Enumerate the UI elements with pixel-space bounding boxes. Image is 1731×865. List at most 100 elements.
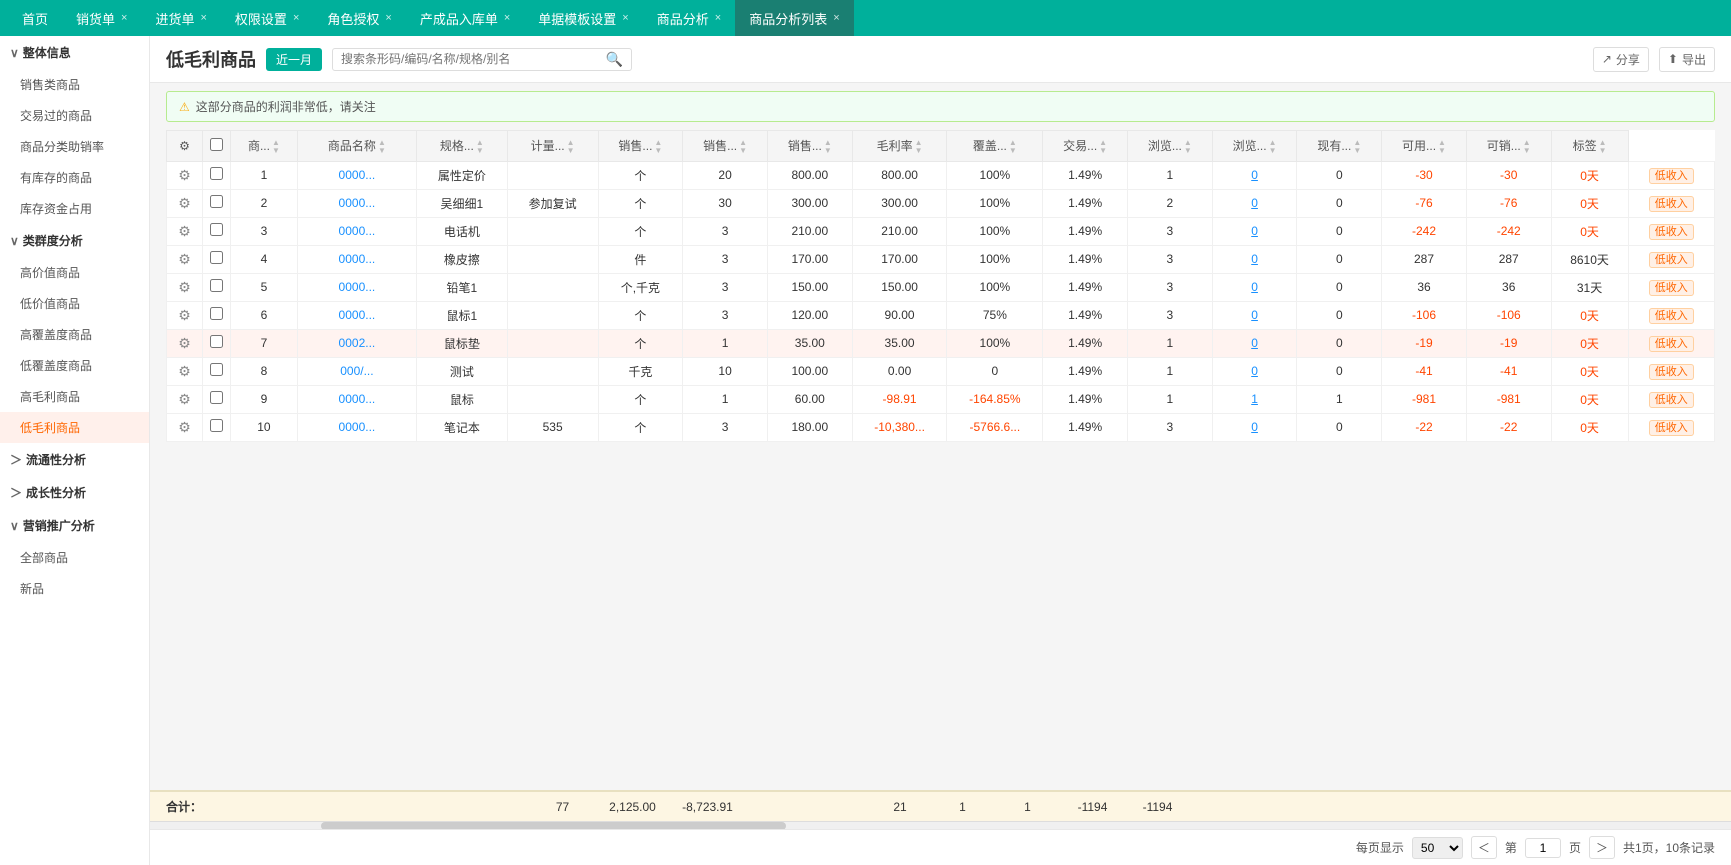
row-browse1[interactable]: 0 — [1212, 161, 1297, 189]
row-checkbox[interactable] — [203, 301, 231, 329]
row-checkbox[interactable] — [203, 273, 231, 301]
row-checkbox[interactable] — [203, 329, 231, 357]
sidebar-group-growth[interactable]: ＞ 成长性分析 — [0, 476, 149, 509]
sidebar-group-overall[interactable]: ∨ 整体信息 — [0, 36, 149, 69]
col-checkbox[interactable] — [203, 131, 231, 162]
row-code-val[interactable]: 0000... — [297, 189, 416, 217]
close-icon[interactable]: × — [200, 12, 206, 24]
search-input[interactable] — [341, 52, 606, 66]
nav-role-auth[interactable]: 角色授权 × — [313, 0, 405, 36]
col-trade[interactable]: 交易...▲▼ — [1043, 131, 1128, 162]
sidebar-item-category-rate[interactable]: 商品分类助销率 — [0, 131, 149, 162]
nav-product-entry[interactable]: 产成品入库单 × — [406, 0, 524, 36]
close-icon[interactable]: × — [833, 12, 839, 24]
page-size-select[interactable]: 50 100 200 — [1412, 837, 1463, 859]
nav-sales-order[interactable]: 销货单 × — [62, 0, 141, 36]
row-code-val[interactable]: 0000... — [297, 413, 416, 441]
row-checkbox[interactable] — [203, 189, 231, 217]
row-browse1[interactable]: 0 — [1212, 301, 1297, 329]
close-icon[interactable]: × — [715, 12, 721, 24]
row-settings[interactable]: ⚙ — [167, 329, 203, 357]
row-settings[interactable]: ⚙ — [167, 189, 203, 217]
row-settings[interactable]: ⚙ — [167, 161, 203, 189]
row-settings[interactable]: ⚙ — [167, 357, 203, 385]
nav-product-analysis[interactable]: 商品分析 × — [643, 0, 735, 36]
row-browse1[interactable]: 0 — [1212, 329, 1297, 357]
nav-home[interactable]: 首页 — [8, 0, 62, 36]
sidebar-item-high-margin[interactable]: 高毛利商品 — [0, 381, 149, 412]
col-unit[interactable]: 计量...▲▼ — [507, 131, 598, 162]
row-settings[interactable]: ⚙ — [167, 217, 203, 245]
horizontal-scrollbar[interactable] — [150, 821, 1731, 829]
col-saleable[interactable]: 可销...▲▼ — [1466, 131, 1551, 162]
col-name[interactable]: 商品名称▲▼ — [297, 131, 416, 162]
close-icon[interactable]: × — [385, 12, 391, 24]
select-all-checkbox[interactable] — [210, 138, 223, 151]
export-button[interactable]: ⬆ 导出 — [1659, 47, 1715, 72]
row-checkbox[interactable] — [203, 385, 231, 413]
period-button[interactable]: 近一月 — [266, 48, 322, 71]
col-sales-amount[interactable]: 销售...▲▼ — [767, 131, 852, 162]
row-browse1[interactable]: 0 — [1212, 217, 1297, 245]
row-code-val[interactable]: 0000... — [297, 245, 416, 273]
close-icon[interactable]: × — [293, 12, 299, 24]
row-code-val[interactable]: 0000... — [297, 385, 416, 413]
sidebar-item-high-value[interactable]: 高价值商品 — [0, 257, 149, 288]
row-browse1[interactable]: 0 — [1212, 413, 1297, 441]
nav-permissions[interactable]: 权限设置 × — [221, 0, 313, 36]
col-available[interactable]: 可用...▲▼ — [1382, 131, 1467, 162]
row-code-val[interactable]: 0000... — [297, 161, 416, 189]
share-button[interactable]: ↗ 分享 — [1593, 47, 1649, 72]
row-checkbox[interactable] — [203, 357, 231, 385]
col-settings[interactable]: ⚙ — [167, 131, 203, 162]
sidebar-group-marketing[interactable]: ∨ 营销推广分析 — [0, 509, 149, 542]
sidebar-item-low-margin[interactable]: 低毛利商品 — [0, 412, 149, 443]
sidebar-group-flow[interactable]: ＞ 流通性分析 — [0, 443, 149, 476]
sidebar-item-all-goods[interactable]: 全部商品 — [0, 542, 149, 573]
col-sales-qty[interactable]: 销售...▲▼ — [598, 131, 683, 162]
col-browse1[interactable]: 浏览...▲▼ — [1127, 131, 1212, 162]
row-code-val[interactable]: 0002... — [297, 329, 416, 357]
nav-purchase-order[interactable]: 进货单 × — [141, 0, 220, 36]
row-checkbox[interactable] — [203, 245, 231, 273]
sidebar-item-new-goods[interactable]: 新品 — [0, 573, 149, 604]
row-code-val[interactable]: 0000... — [297, 301, 416, 329]
sidebar-item-high-coverage[interactable]: 高覆盖度商品 — [0, 319, 149, 350]
col-code[interactable]: 商...▲▼ — [231, 131, 298, 162]
next-page-button[interactable]: ＞ — [1589, 836, 1615, 859]
row-settings[interactable]: ⚙ — [167, 245, 203, 273]
row-settings[interactable]: ⚙ — [167, 413, 203, 441]
col-gross-rate[interactable]: 毛利率▲▼ — [852, 131, 947, 162]
row-code-val[interactable]: 0000... — [297, 273, 416, 301]
search-icon[interactable]: 🔍 — [606, 51, 623, 68]
col-current[interactable]: 现有...▲▼ — [1297, 131, 1382, 162]
row-settings[interactable]: ⚙ — [167, 301, 203, 329]
col-tag[interactable]: 标签▲▼ — [1551, 131, 1628, 162]
close-icon[interactable]: × — [622, 12, 628, 24]
sidebar-item-stocked-goods[interactable]: 有库存的商品 — [0, 162, 149, 193]
nav-template-settings[interactable]: 单据模板设置 × — [524, 0, 642, 36]
row-browse1[interactable]: 0 — [1212, 189, 1297, 217]
row-settings[interactable]: ⚙ — [167, 273, 203, 301]
row-code-val[interactable]: 000/... — [297, 357, 416, 385]
prev-page-button[interactable]: ＜ — [1471, 836, 1497, 859]
close-icon[interactable]: × — [504, 12, 510, 24]
sidebar-item-low-value[interactable]: 低价值商品 — [0, 288, 149, 319]
row-browse1[interactable]: 0 — [1212, 245, 1297, 273]
row-checkbox[interactable] — [203, 217, 231, 245]
nav-product-analysis-list[interactable]: 商品分析列表 × — [735, 0, 853, 36]
sidebar-group-cluster[interactable]: ∨ 类群度分析 — [0, 224, 149, 257]
row-code-val[interactable]: 0000... — [297, 217, 416, 245]
page-number-input[interactable] — [1525, 838, 1561, 858]
row-browse1[interactable]: 0 — [1212, 273, 1297, 301]
sidebar-item-sales-goods[interactable]: 销售类商品 — [0, 69, 149, 100]
sidebar-item-low-coverage[interactable]: 低覆盖度商品 — [0, 350, 149, 381]
close-icon[interactable]: × — [121, 12, 127, 24]
col-coverage[interactable]: 覆盖...▲▼ — [947, 131, 1043, 162]
row-settings[interactable]: ⚙ — [167, 385, 203, 413]
row-browse1[interactable]: 1 — [1212, 385, 1297, 413]
sidebar-item-inventory-fund[interactable]: 库存资金占用 — [0, 193, 149, 224]
row-browse1[interactable]: 0 — [1212, 357, 1297, 385]
col-sales-price[interactable]: 销售...▲▼ — [683, 131, 768, 162]
row-checkbox[interactable] — [203, 413, 231, 441]
